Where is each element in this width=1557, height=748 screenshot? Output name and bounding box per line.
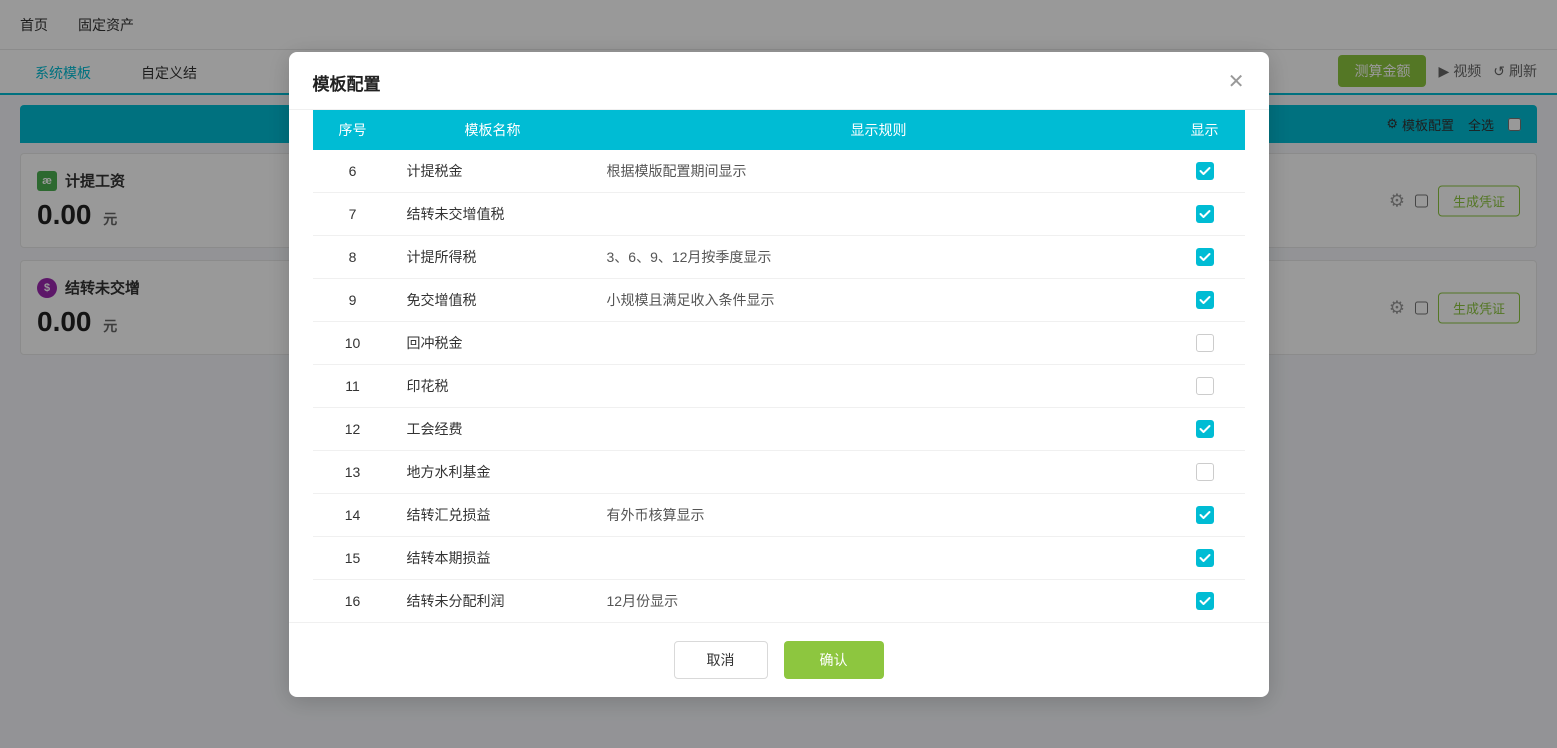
modal-header: 模板配置 ✕ — [289, 52, 1269, 110]
cell-name: 结转未分配利润 — [393, 579, 593, 622]
cell-rule — [593, 192, 1165, 235]
cell-rule — [593, 364, 1165, 407]
cell-rule — [593, 450, 1165, 493]
col-name: 模板名称 — [393, 110, 593, 150]
cell-rule: 小规模且满足收入条件显示 — [593, 278, 1165, 321]
col-show: 显示 — [1165, 110, 1245, 150]
cell-seq: 10 — [313, 321, 393, 364]
cell-name: 回冲税金 — [393, 321, 593, 364]
cell-name: 工会经费 — [393, 407, 593, 450]
modal-footer: 取消 确认 — [289, 622, 1269, 697]
cell-check — [1165, 579, 1245, 622]
cell-name: 印花税 — [393, 364, 593, 407]
cell-name: 计提税金 — [393, 150, 593, 193]
modal-close-button[interactable]: ✕ — [1228, 72, 1245, 92]
confirm-button[interactable]: 确认 — [784, 641, 884, 679]
cell-check — [1165, 364, 1245, 407]
cell-check — [1165, 235, 1245, 278]
cell-rule: 12月份显示 — [593, 579, 1165, 622]
table-header-row: 序号 模板名称 显示规则 显示 — [313, 110, 1245, 150]
cell-name: 结转未交增值税 — [393, 192, 593, 235]
cell-check — [1165, 278, 1245, 321]
cell-name: 免交增值税 — [393, 278, 593, 321]
table-row: 14结转汇兑损益有外币核算显示 — [313, 493, 1245, 536]
table-row: 8计提所得税3、6、9、12月按季度显示 — [313, 235, 1245, 278]
modal-template-config: 模板配置 ✕ 序号 模板名称 显示规则 显示 6计提税金根据模版配置期间显示 7… — [289, 52, 1269, 697]
cell-rule: 根据模版配置期间显示 — [593, 150, 1165, 193]
table-row: 11印花税 — [313, 364, 1245, 407]
cell-seq: 11 — [313, 364, 393, 407]
cell-seq: 8 — [313, 235, 393, 278]
table-row: 13地方水利基金 — [313, 450, 1245, 493]
checkbox-checked[interactable] — [1196, 205, 1214, 223]
cell-check — [1165, 192, 1245, 235]
cell-name: 结转本期损益 — [393, 536, 593, 579]
table-body: 6计提税金根据模版配置期间显示 7结转未交增值税 8计提所得税3、6、9、12月… — [313, 150, 1245, 622]
table-row: 15结转本期损益 — [313, 536, 1245, 579]
cell-seq: 16 — [313, 579, 393, 622]
cell-check — [1165, 321, 1245, 364]
modal-overlay: 模板配置 ✕ 序号 模板名称 显示规则 显示 6计提税金根据模版配置期间显示 7… — [0, 0, 1557, 748]
cell-rule — [593, 407, 1165, 450]
cell-check — [1165, 493, 1245, 536]
col-rule: 显示规则 — [593, 110, 1165, 150]
checkbox-checked[interactable] — [1196, 162, 1214, 180]
checkbox-unchecked[interactable] — [1196, 463, 1214, 481]
cell-seq: 14 — [313, 493, 393, 536]
modal-title: 模板配置 — [313, 70, 381, 95]
cell-rule — [593, 536, 1165, 579]
cell-seq: 15 — [313, 536, 393, 579]
checkbox-unchecked[interactable] — [1196, 334, 1214, 352]
table-row: 16结转未分配利润12月份显示 — [313, 579, 1245, 622]
cell-rule: 有外币核算显示 — [593, 493, 1165, 536]
checkbox-checked[interactable] — [1196, 592, 1214, 610]
cell-check — [1165, 536, 1245, 579]
config-table: 序号 模板名称 显示规则 显示 6计提税金根据模版配置期间显示 7结转未交增值税… — [313, 110, 1245, 622]
cell-rule: 3、6、9、12月按季度显示 — [593, 235, 1165, 278]
cell-rule — [593, 321, 1165, 364]
table-row: 6计提税金根据模版配置期间显示 — [313, 150, 1245, 193]
modal-body: 序号 模板名称 显示规则 显示 6计提税金根据模版配置期间显示 7结转未交增值税… — [289, 110, 1269, 622]
cancel-button[interactable]: 取消 — [674, 641, 768, 679]
cell-check — [1165, 450, 1245, 493]
cell-seq: 13 — [313, 450, 393, 493]
table-row: 9免交增值税小规模且满足收入条件显示 — [313, 278, 1245, 321]
cell-seq: 9 — [313, 278, 393, 321]
cell-check — [1165, 407, 1245, 450]
cell-name: 计提所得税 — [393, 235, 593, 278]
cell-name: 结转汇兑损益 — [393, 493, 593, 536]
cell-check — [1165, 150, 1245, 193]
table-row: 7结转未交增值税 — [313, 192, 1245, 235]
checkbox-checked[interactable] — [1196, 506, 1214, 524]
table-row: 12工会经费 — [313, 407, 1245, 450]
cell-name: 地方水利基金 — [393, 450, 593, 493]
checkbox-checked[interactable] — [1196, 248, 1214, 266]
cell-seq: 7 — [313, 192, 393, 235]
cell-seq: 12 — [313, 407, 393, 450]
checkbox-checked[interactable] — [1196, 420, 1214, 438]
checkbox-checked[interactable] — [1196, 549, 1214, 567]
checkbox-unchecked[interactable] — [1196, 377, 1214, 395]
cell-seq: 6 — [313, 150, 393, 193]
checkbox-checked[interactable] — [1196, 291, 1214, 309]
col-seq: 序号 — [313, 110, 393, 150]
table-row: 10回冲税金 — [313, 321, 1245, 364]
